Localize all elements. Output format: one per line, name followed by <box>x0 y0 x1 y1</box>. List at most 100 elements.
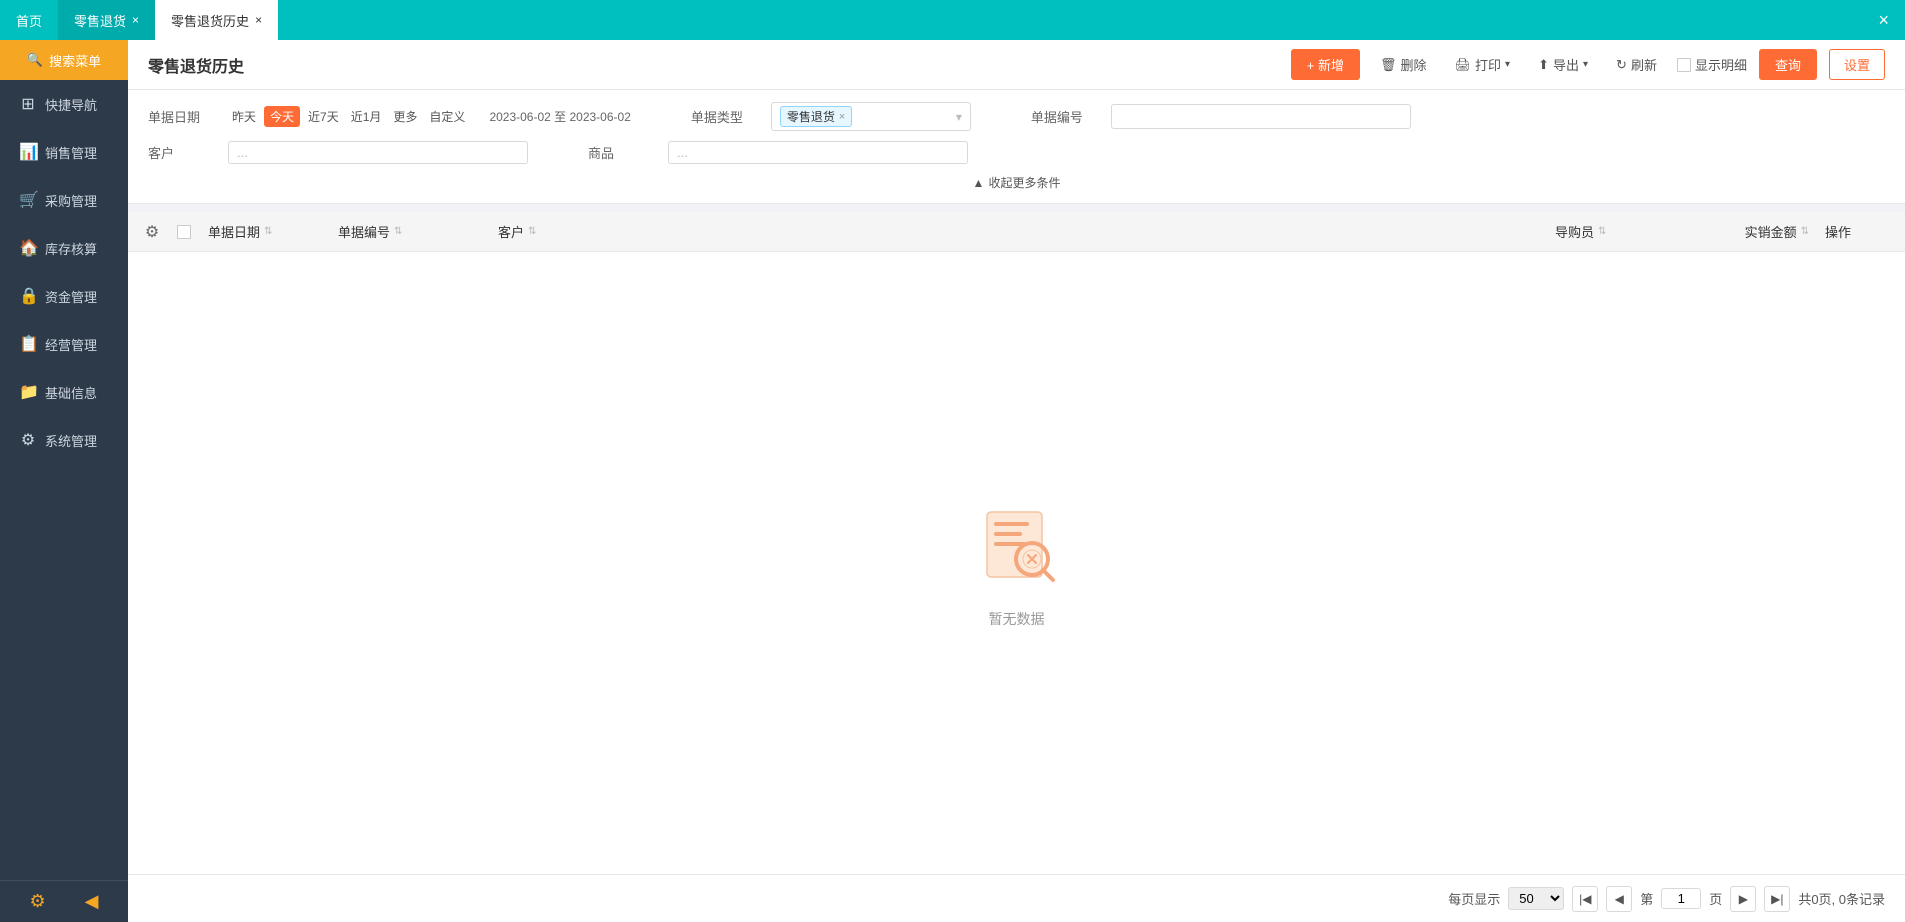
delete-label: 删除 <box>1401 55 1427 74</box>
sidebar-item-ops-mgmt[interactable]: 📋 经营管理 <box>0 320 128 368</box>
table-settings-button[interactable]: ⚙ <box>136 222 168 242</box>
sidebar-item-label: 系统管理 <box>45 431 97 450</box>
collapse-filter-label: 收起更多条件 <box>988 174 1060 191</box>
tab-retail-return-history-close[interactable]: × <box>255 13 262 27</box>
top-bar-right: × <box>1878 11 1905 29</box>
sidebar-item-sys-mgmt[interactable]: ⚙ 系统管理 <box>0 416 128 464</box>
collapse-icon: ▲ <box>973 176 985 190</box>
delete-icon: 🗑 <box>1380 57 1397 73</box>
goods-placeholder: ... <box>677 145 688 160</box>
first-page-button[interactable]: |◀ <box>1572 886 1598 912</box>
sidebar-search[interactable]: 🔍 搜索菜单 <box>0 40 128 80</box>
collapse-filter-button[interactable]: ▲ 收起更多条件 <box>973 174 1061 191</box>
delete-button[interactable]: 🗑 删除 <box>1372 51 1435 78</box>
date-sort-icon: ⇅ <box>264 226 272 237</box>
date-btn-today[interactable]: 今天 <box>264 106 300 127</box>
show-detail-checkbox[interactable] <box>1677 58 1691 72</box>
date-btn-1month[interactable]: 近1月 <box>347 106 386 127</box>
refresh-button[interactable]: ↻ 刷新 <box>1608 51 1665 78</box>
setting-button[interactable]: 设置 <box>1829 49 1885 80</box>
goods-filter-box[interactable]: ... <box>668 141 968 164</box>
sidebar-item-inventory[interactable]: 🏠 库存核算 <box>0 224 128 272</box>
export-icon: ⬆ <box>1538 57 1549 73</box>
date-btn-more[interactable]: 更多 <box>389 106 421 127</box>
doc-num-label: 单据编号 <box>1031 107 1091 126</box>
print-icon: 🖨 <box>1455 57 1472 73</box>
page-size-label: 每页显示 <box>1448 889 1500 908</box>
doc-type-tag: 零售退货 × <box>780 106 852 127</box>
sidebar-item-label: 快捷导航 <box>45 95 97 114</box>
table-container: ⚙ 单据日期 ⇅ 单据编号 ⇅ 客户 ⇅ 导购员 ⇅ <box>128 212 1905 874</box>
page-number-input[interactable] <box>1661 888 1701 909</box>
export-dropdown-icon: ▾ <box>1583 59 1588 70</box>
tab-retail-return-label: 零售退货 <box>74 11 126 30</box>
export-button[interactable]: ⬆ 导出 ▾ <box>1530 51 1596 78</box>
page-size-select[interactable]: 10 20 50 100 <box>1508 887 1564 910</box>
th-customer[interactable]: 客户 ⇅ <box>490 222 1547 241</box>
main-layout: 🔍 搜索菜单 ⊞ 快捷导航 📊 销售管理 🛒 采购管理 🏠 库存核算 🔒 <box>0 40 1905 922</box>
collapse-sidebar-button[interactable]: ◀ <box>85 891 99 912</box>
sidebar-item-purchase-mgmt[interactable]: 🛒 采购管理 <box>0 176 128 224</box>
table-header: ⚙ 单据日期 ⇅ 单据编号 ⇅ 客户 ⇅ 导购员 ⇅ <box>128 212 1905 252</box>
last-page-button[interactable]: ▶| <box>1764 886 1790 912</box>
th-date[interactable]: 单据日期 ⇅ <box>200 222 330 241</box>
next-page-button[interactable]: ▶ <box>1730 886 1756 912</box>
refresh-label: 刷新 <box>1631 55 1657 74</box>
tab-retail-return-history-label: 零售退货历史 <box>171 11 249 30</box>
query-button[interactable]: 查询 <box>1759 49 1817 80</box>
empty-state-icon <box>967 497 1067 597</box>
sidebar-item-sales-mgmt[interactable]: 📊 销售管理 <box>0 128 128 176</box>
customer-filter-box[interactable]: ... <box>228 141 528 164</box>
tab-retail-return[interactable]: 零售退货 × <box>58 0 155 40</box>
page-word-before: 第 <box>1640 889 1653 908</box>
date-range-display: 2023-06-02 至 2023-06-02 <box>489 108 630 125</box>
tab-retail-return-history[interactable]: 零售退货历史 × <box>155 0 278 40</box>
sidebar-item-quick-nav[interactable]: ⊞ 快捷导航 <box>0 80 128 128</box>
date-btn-custom[interactable]: 自定义 <box>425 106 469 127</box>
filter-area: 单据日期 昨天 今天 近7天 近1月 更多 自定义 2023-06-02 至 2… <box>128 90 1905 204</box>
sidebar-menu: ⊞ 快捷导航 📊 销售管理 🛒 采购管理 🏠 库存核算 🔒 资金管理 📋 <box>0 80 128 880</box>
tab-home[interactable]: 首页 <box>0 0 58 40</box>
doc-type-filter-box[interactable]: 零售退货 × ▾ <box>771 102 971 131</box>
date-btn-yesterday[interactable]: 昨天 <box>228 106 260 127</box>
sidebar-item-basic-info[interactable]: 📁 基础信息 <box>0 368 128 416</box>
date-shortcuts: 昨天 今天 近7天 近1月 更多 自定义 <box>228 106 469 127</box>
search-icon: 🔍 <box>27 52 43 68</box>
sidebar-item-label: 资金管理 <box>45 287 97 306</box>
sidebar-item-finance-mgmt[interactable]: 🔒 资金管理 <box>0 272 128 320</box>
sys-icon: ⚙ <box>19 430 37 450</box>
customer-sort-icon: ⇅ <box>528 226 536 237</box>
sidebar-item-label: 销售管理 <box>45 143 97 162</box>
date-label: 单据日期 <box>148 107 208 126</box>
th-num[interactable]: 单据编号 ⇅ <box>330 222 490 241</box>
new-button[interactable]: + 新增 <box>1291 49 1360 80</box>
sidebar: 🔍 搜索菜单 ⊞ 快捷导航 📊 销售管理 🛒 采购管理 🏠 库存核算 🔒 <box>0 40 128 922</box>
total-text: 共0页, 0条记录 <box>1798 889 1885 908</box>
print-dropdown-icon: ▾ <box>1505 59 1510 70</box>
date-btn-7days[interactable]: 近7天 <box>304 106 343 127</box>
th-op: 操作 <box>1817 222 1897 241</box>
tab-retail-return-close[interactable]: × <box>132 13 139 27</box>
doc-num-input[interactable] <box>1111 104 1411 129</box>
print-label: 打印 <box>1475 55 1501 74</box>
prev-page-button[interactable]: ◀ <box>1606 886 1632 912</box>
table-select-all[interactable] <box>168 225 200 239</box>
sidebar-item-label: 采购管理 <box>45 191 97 210</box>
window-close-button[interactable]: × <box>1878 11 1889 29</box>
filter-row-2: 客户 ... 商品 ... <box>148 141 1885 164</box>
page-title: 零售退货历史 <box>148 53 244 77</box>
customer-placeholder: ... <box>237 145 248 160</box>
ops-icon: 📋 <box>19 334 37 354</box>
doc-type-tag-text: 零售退货 <box>787 108 835 125</box>
select-all-checkbox[interactable] <box>177 225 191 239</box>
doc-type-tag-remove[interactable]: × <box>839 111 845 123</box>
guide-sort-icon: ⇅ <box>1598 226 1606 237</box>
filter-row-1: 单据日期 昨天 今天 近7天 近1月 更多 自定义 2023-06-02 至 2… <box>148 102 1885 131</box>
sidebar-item-label: 库存核算 <box>45 239 97 258</box>
settings-bottom-button[interactable]: ⚙ <box>30 891 46 912</box>
th-amount[interactable]: 实销金额 ⇅ <box>1697 222 1817 241</box>
print-button[interactable]: 🖨 打印 ▾ <box>1447 51 1519 78</box>
show-detail-toggle[interactable]: 显示明细 <box>1677 55 1747 74</box>
tab-home-label: 首页 <box>16 11 42 30</box>
th-guide[interactable]: 导购员 ⇅ <box>1547 222 1697 241</box>
